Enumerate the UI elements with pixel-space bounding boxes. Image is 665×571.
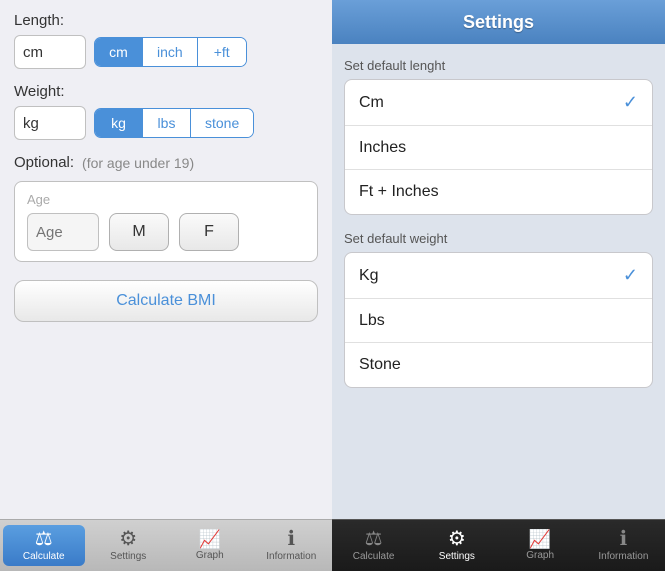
section-length-label: Set default lenght: [344, 58, 653, 73]
gender-m-btn[interactable]: M: [109, 213, 169, 251]
calculate-icon: ⚖: [35, 529, 53, 549]
right-tab-settings-label: Settings: [439, 551, 475, 562]
weight-options-list: Kg ✓ Lbs Stone: [344, 252, 653, 388]
settings-title: Settings: [463, 12, 534, 33]
length-row: cm inch +ft: [14, 35, 318, 69]
length-inch-btn[interactable]: inch: [143, 38, 198, 66]
weight-input[interactable]: [14, 106, 86, 140]
weight-lbs-label: Lbs: [359, 312, 385, 330]
tab-settings[interactable]: ⚙ Settings: [88, 525, 170, 566]
left-panel: Length: cm inch +ft Weight: kg lbs stone: [0, 0, 332, 571]
right-tab-information-label: Information: [598, 551, 648, 562]
right-graph-icon: 📈: [529, 530, 551, 548]
length-segment: cm inch +ft: [94, 37, 247, 67]
weight-option-lbs[interactable]: Lbs: [345, 299, 652, 343]
settings-header: Settings: [332, 0, 665, 44]
weight-group: Weight: kg lbs stone: [14, 83, 318, 140]
right-settings-icon: ⚙: [448, 529, 466, 549]
gender-f-btn[interactable]: F: [179, 213, 239, 251]
right-calculate-icon: ⚖: [365, 529, 383, 549]
weight-option-kg[interactable]: Kg ✓: [345, 253, 652, 299]
weight-option-stone[interactable]: Stone: [345, 343, 652, 387]
weight-stone-label: Stone: [359, 356, 401, 374]
left-tab-bar: ⚖ Calculate ⚙ Settings 📈 Graph ℹ Informa…: [0, 519, 332, 571]
tab-calculate[interactable]: ⚖ Calculate: [3, 525, 85, 566]
optional-row2: M F: [27, 213, 305, 251]
age-input[interactable]: [27, 213, 99, 251]
length-cm-btn[interactable]: cm: [95, 38, 143, 66]
length-ft-btn[interactable]: +ft: [198, 38, 246, 66]
length-group: Length: cm inch +ft: [14, 12, 318, 69]
length-ft-label: Ft + Inches: [359, 183, 439, 201]
right-tab-graph-label: Graph: [526, 550, 554, 561]
weight-stone-btn[interactable]: stone: [191, 109, 253, 137]
right-tab-bar: ⚖ Calculate ⚙ Settings 📈 Graph ℹ Informa…: [332, 519, 665, 571]
right-tab-information[interactable]: ℹ Information: [582, 525, 665, 566]
tab-settings-label: Settings: [110, 551, 146, 562]
optional-row: Optional: (for age under 19): [14, 154, 318, 171]
age-label: Age: [27, 192, 305, 207]
tab-graph[interactable]: 📈 Graph: [169, 526, 251, 565]
tab-information[interactable]: ℹ Information: [251, 525, 333, 566]
optional-label: Optional:: [14, 154, 74, 171]
weight-kg-label: Kg: [359, 267, 379, 285]
right-panel: Settings Set default lenght Cm ✓ Inches …: [332, 0, 665, 571]
graph-icon: 📈: [199, 530, 221, 548]
settings-icon: ⚙: [119, 529, 137, 549]
section-weight-label: Set default weight: [344, 231, 653, 246]
length-inches-label: Inches: [359, 139, 406, 157]
weight-kg-check: ✓: [623, 265, 638, 286]
tab-calculate-label: Calculate: [23, 551, 65, 562]
length-option-inches[interactable]: Inches: [345, 126, 652, 170]
tab-graph-label: Graph: [196, 550, 224, 561]
right-info-icon: ℹ: [620, 529, 628, 549]
right-tab-graph[interactable]: 📈 Graph: [499, 526, 582, 565]
length-label: Length:: [14, 12, 318, 29]
length-option-cm[interactable]: Cm ✓: [345, 80, 652, 126]
calculate-bmi-button[interactable]: Calculate BMI: [14, 280, 318, 322]
weight-lbs-btn[interactable]: lbs: [143, 109, 191, 137]
length-option-ft-inches[interactable]: Ft + Inches: [345, 170, 652, 214]
tab-information-label: Information: [266, 551, 316, 562]
info-icon: ℹ: [287, 529, 295, 549]
length-options-list: Cm ✓ Inches Ft + Inches: [344, 79, 653, 215]
length-cm-label: Cm: [359, 94, 384, 112]
settings-content: Set default lenght Cm ✓ Inches Ft + Inch…: [332, 44, 665, 519]
weight-segment: kg lbs stone: [94, 108, 254, 138]
right-tab-settings[interactable]: ⚙ Settings: [415, 525, 498, 566]
main-content: Length: cm inch +ft Weight: kg lbs stone: [0, 0, 332, 519]
right-tab-calculate-label: Calculate: [353, 551, 395, 562]
right-tab-calculate[interactable]: ⚖ Calculate: [332, 525, 415, 566]
weight-label: Weight:: [14, 83, 318, 100]
optional-box: Age M F: [14, 181, 318, 262]
weight-row: kg lbs stone: [14, 106, 318, 140]
optional-sub: (for age under 19): [82, 155, 194, 171]
length-input[interactable]: [14, 35, 86, 69]
weight-kg-btn[interactable]: kg: [95, 109, 143, 137]
length-cm-check: ✓: [623, 92, 638, 113]
